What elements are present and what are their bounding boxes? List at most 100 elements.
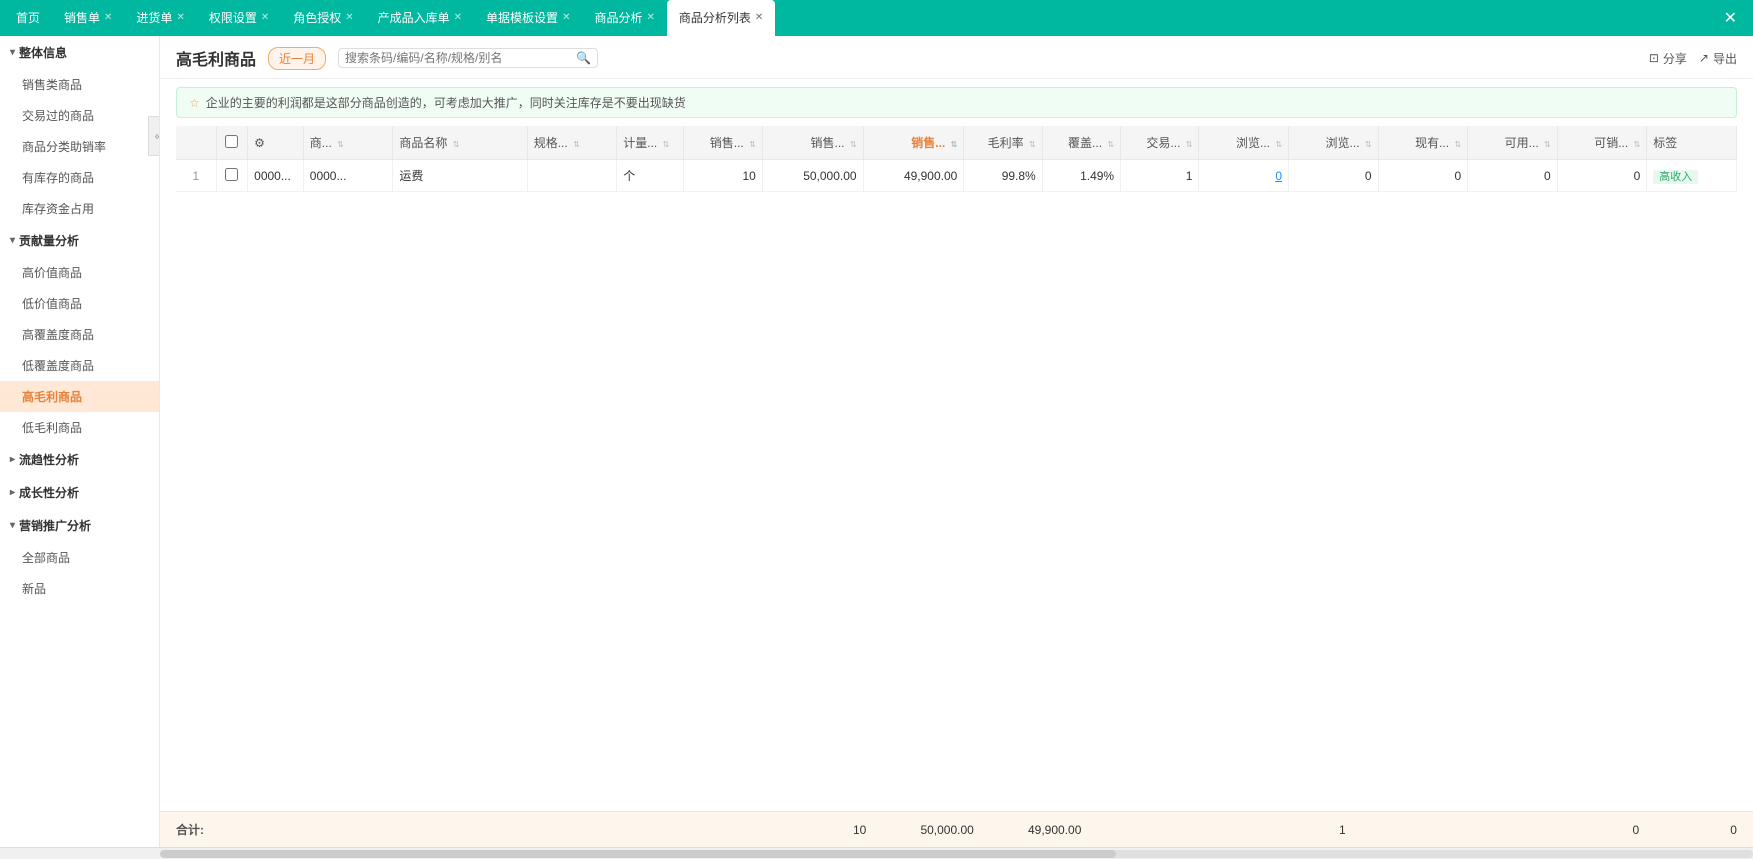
chevron-down-icon-3: ▾ (10, 520, 15, 531)
close-tab-role[interactable]: ✕ (345, 0, 353, 36)
sort-icon-unit[interactable]: ⇅ (663, 140, 670, 149)
sort-icon-gross[interactable]: ⇅ (1029, 140, 1036, 149)
sidebar-item-category-rate[interactable]: 商品分类助销率 (0, 131, 159, 162)
sidebar-item-high-value[interactable]: 高价值商品 (0, 257, 159, 288)
tab-sales[interactable]: 销售单 ✕ (52, 0, 124, 36)
row-gross-rate: 99.8% (964, 160, 1042, 192)
close-tab-product-analysis-list[interactable]: ✕ (755, 0, 763, 36)
sort-icon-sales1[interactable]: ⇅ (850, 140, 857, 149)
sidebar-item-high-coverage[interactable]: 高覆盖度商品 (0, 319, 159, 350)
chevron-right-icon-2: ▸ (10, 487, 15, 498)
select-all-checkbox[interactable] (225, 135, 238, 148)
share-button[interactable]: ⊡ 分享 (1649, 50, 1687, 67)
close-tab-purchase[interactable]: ✕ (176, 0, 184, 36)
col-header-salable: 可销... ⇅ (1557, 126, 1647, 160)
close-tab-sales[interactable]: ✕ (104, 0, 112, 36)
col-header-name: 商品名称 ⇅ (393, 126, 527, 160)
total-sales1: 50,000.00 (886, 823, 974, 837)
sort-icon-browse1[interactable]: ⇅ (1275, 140, 1282, 149)
search-input[interactable] (345, 51, 572, 65)
sidebar-item-sales-goods[interactable]: 销售类商品 (0, 69, 159, 100)
total-avail: 0 (1659, 823, 1737, 837)
total-trade: 1 (1278, 823, 1346, 837)
close-tab-product-inbound[interactable]: ✕ (454, 0, 462, 36)
sidebar-item-traded-goods[interactable]: 交易过的商品 (0, 100, 159, 131)
close-tab-template[interactable]: ✕ (562, 0, 570, 36)
col-header-spec: 规格... ⇅ (527, 126, 617, 160)
sidebar-item-in-stock-goods[interactable]: 有库存的商品 (0, 162, 159, 193)
row-checkbox-cell (216, 160, 247, 192)
sidebar-group-contribution[interactable]: ▾ 贡献量分析 (0, 224, 159, 257)
sort-icon-instock[interactable]: ⇅ (1454, 140, 1461, 149)
sidebar-group-flow[interactable]: ▸ 流趋性分析 (0, 443, 159, 476)
tab-product-analysis[interactable]: 商品分析 ✕ (582, 0, 666, 36)
share-icon: ⊡ (1649, 51, 1659, 65)
sort-icon-qty[interactable]: ⇅ (749, 140, 756, 149)
col-header-unit: 计量... ⇅ (617, 126, 684, 160)
sidebar: ▾ 整体信息 销售类商品 交易过的商品 商品分类助销率 有库存的商品 库存资金占… (0, 36, 160, 847)
sidebar-item-stock-capital[interactable]: 库存资金占用 (0, 193, 159, 224)
sidebar-group-overall[interactable]: ▾ 整体信息 (0, 36, 159, 69)
col-header-tag: 标签 (1647, 126, 1737, 160)
main-layout: ▾ 整体信息 销售类商品 交易过的商品 商品分类助销率 有库存的商品 库存资金占… (0, 36, 1753, 847)
col-header-code: 商... ⇅ (303, 126, 393, 160)
sidebar-collapse-button[interactable]: « (148, 116, 160, 156)
col-header-avail: 可用... ⇅ (1468, 126, 1558, 160)
sidebar-item-new-goods[interactable]: 新品 (0, 573, 159, 604)
row-qty: 10 (684, 160, 762, 192)
info-banner: ☆ 企业的主要的利润都是这部分商品创造的，可考虑加大推广，同时关注库存是不要出现… (176, 87, 1737, 118)
sidebar-item-low-value[interactable]: 低价值商品 (0, 288, 159, 319)
row-index: 1 (176, 160, 216, 192)
data-table: ⚙ 商... ⇅ 商品名称 ⇅ 规格... ⇅ (176, 126, 1737, 192)
sort-icon-name[interactable]: ⇅ (453, 140, 460, 149)
sort-icon-avail[interactable]: ⇅ (1544, 140, 1551, 149)
col-header-qty: 销售... ⇅ (684, 126, 762, 160)
row-checkbox[interactable] (225, 168, 238, 181)
sidebar-item-high-gross[interactable]: 高毛利商品 (0, 381, 159, 412)
row-browse1: 0 (1199, 160, 1289, 192)
row-sales1: 50,000.00 (762, 160, 863, 192)
col-header-settings[interactable]: ⚙ (248, 126, 304, 160)
sort-icon-browse2[interactable]: ⇅ (1365, 140, 1372, 149)
row-cover: 1.49% (1042, 160, 1120, 192)
col-header-instock: 现有... ⇅ (1378, 126, 1468, 160)
sidebar-item-low-gross[interactable]: 低毛利商品 (0, 412, 159, 443)
sidebar-item-low-coverage[interactable]: 低覆盖度商品 (0, 350, 159, 381)
content-header: 高毛利商品 近一月 🔍 ⊡ 分享 ↗ 导出 (160, 36, 1753, 79)
sidebar-group-marketing[interactable]: ▾ 营销推广分析 (0, 509, 159, 542)
row-browse2: 0 (1289, 160, 1379, 192)
sort-icon-code[interactable]: ⇅ (337, 140, 344, 149)
chevron-right-icon: ▸ (10, 454, 15, 465)
sort-icon-salable[interactable]: ⇅ (1634, 140, 1641, 149)
tab-permission[interactable]: 权限设置 ✕ (197, 0, 281, 36)
sidebar-item-all-goods[interactable]: 全部商品 (0, 542, 159, 573)
row-name: 运费 (393, 160, 527, 192)
tab-product-inbound[interactable]: 产成品入库单 ✕ (366, 0, 474, 36)
sort-icon-trade[interactable]: ⇅ (1186, 140, 1193, 149)
close-window-button[interactable]: ✕ (1712, 8, 1749, 28)
search-icon[interactable]: 🔍 (576, 51, 591, 65)
sort-icon-spec[interactable]: ⇅ (573, 140, 580, 149)
total-sales2: 49,900.00 (994, 823, 1082, 837)
close-tab-product-analysis[interactable]: ✕ (646, 0, 654, 36)
top-nav: 首页 销售单 ✕ 进货单 ✕ 权限设置 ✕ 角色授权 ✕ 产成品入库单 ✕ 单据… (0, 0, 1753, 36)
tab-purchase[interactable]: 进货单 ✕ (124, 0, 196, 36)
tab-template[interactable]: 单据模板设置 ✕ (474, 0, 582, 36)
chevron-down-icon: ▾ (10, 47, 15, 58)
tab-role[interactable]: 角色授权 ✕ (281, 0, 365, 36)
filter-recent-month-button[interactable]: 近一月 (268, 47, 326, 70)
tab-product-analysis-list[interactable]: 商品分析列表 ✕ (667, 0, 775, 36)
row-trade: 1 (1121, 160, 1199, 192)
export-button[interactable]: ↗ 导出 (1699, 50, 1737, 67)
sort-icon-cover[interactable]: ⇅ (1107, 140, 1114, 149)
row-tag: 高收入 (1647, 160, 1737, 192)
tab-home[interactable]: 首页 (4, 0, 52, 36)
total-qty: 10 (798, 823, 866, 837)
close-tab-permission[interactable]: ✕ (261, 0, 269, 36)
row-sales2: 49,900.00 (863, 160, 964, 192)
row-avail: 0 (1468, 160, 1558, 192)
sidebar-group-growth[interactable]: ▸ 成长性分析 (0, 476, 159, 509)
col-header-gross: 毛利率 ⇅ (964, 126, 1042, 160)
row-salable: 0 (1557, 160, 1647, 192)
sort-icon-sales2[interactable]: ⇅ (951, 140, 958, 149)
